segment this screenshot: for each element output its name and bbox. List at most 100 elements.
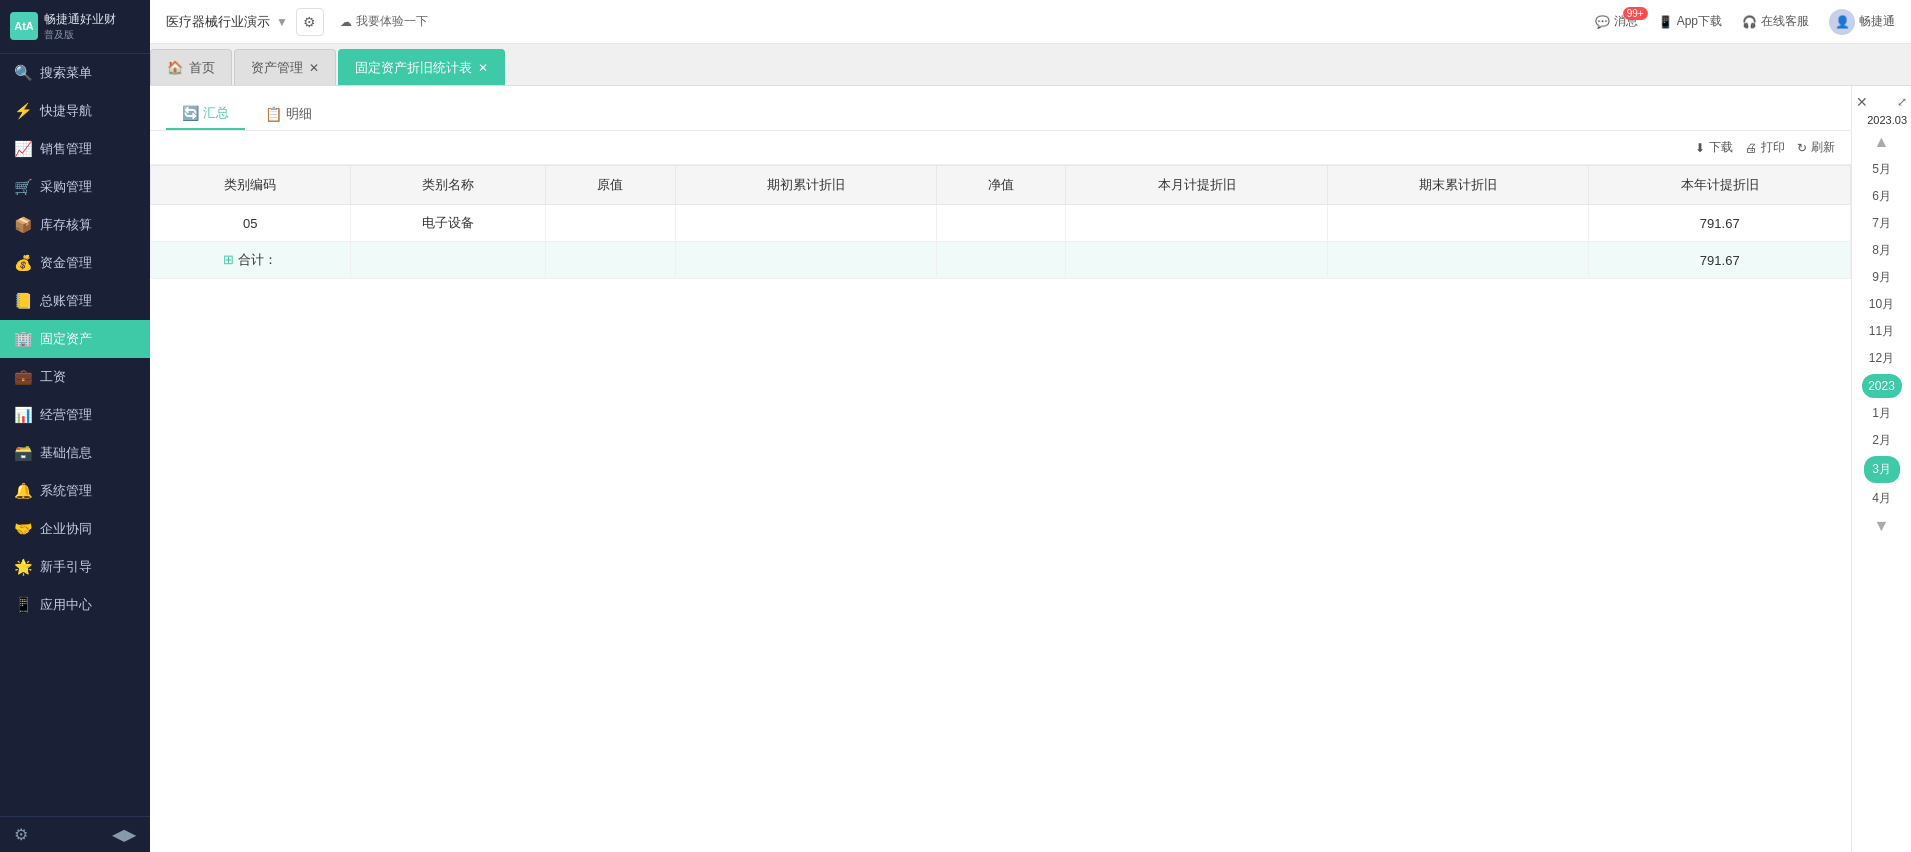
date-prev-months: 5月 6月 7月 8月 9月 10月 11月 12月 xyxy=(1852,156,1911,372)
row-month-dep xyxy=(1066,205,1327,242)
close-depreciation-tab[interactable]: ✕ xyxy=(478,61,488,75)
sidebar-item-guide[interactable]: 🌟 新手引导 xyxy=(0,548,150,586)
sidebar-logo: AtA 畅捷通好业财 普及版 xyxy=(0,0,150,54)
company-selector[interactable]: 医疗器械行业演示 ▼ xyxy=(166,13,288,31)
sub-tab-detail[interactable]: 📋 明细 xyxy=(249,99,328,129)
sidebar-item-quicknav[interactable]: ⚡ 快捷导航 xyxy=(0,92,150,130)
col-month-dep: 本月计提折旧 xyxy=(1066,166,1327,205)
detail-tab-icon: 📋 xyxy=(265,106,282,122)
funds-icon: 💰 xyxy=(14,254,32,272)
user-profile[interactable]: 👤 畅捷通 xyxy=(1829,9,1895,35)
col-code: 类别编码 xyxy=(151,166,351,205)
sidebar: AtA 畅捷通好业财 普及版 🔍 搜索菜单 ⚡ 快捷导航 📈 销售管理 🛒 采购… xyxy=(0,0,150,852)
row-end-dep xyxy=(1327,205,1588,242)
tabs-bar: 🏠 首页 资产管理 ✕ 固定资产折旧统计表 ✕ xyxy=(150,44,1911,86)
date-panel-header: ✕ ⤢ xyxy=(1852,90,1911,114)
search-icon: 🔍 xyxy=(14,64,32,82)
sidebar-item-assets[interactable]: 🏢 固定资产 xyxy=(0,320,150,358)
tab-assets-mgmt[interactable]: 资产管理 ✕ xyxy=(234,49,336,85)
sidebar-item-basicinfo[interactable]: 🗃️ 基础信息 xyxy=(0,434,150,472)
total-row: ⊞ 合计： 791.67 xyxy=(151,242,1851,279)
row-name: 电子设备 xyxy=(350,205,545,242)
date-month-6[interactable]: 6月 xyxy=(1852,183,1911,210)
close-assets-mgmt-tab[interactable]: ✕ xyxy=(309,61,319,75)
col-name: 类别名称 xyxy=(350,166,545,205)
sidebar-item-enterprise[interactable]: 🤝 企业协同 xyxy=(0,510,150,548)
date-panel-close-button[interactable]: ✕ xyxy=(1856,94,1868,110)
settings-button[interactable]: ⚙ xyxy=(296,8,324,36)
col-end-dep: 期末累计折旧 xyxy=(1327,166,1588,205)
date-month-11[interactable]: 11月 xyxy=(1852,318,1911,345)
sub-tabs: 🔄 汇总 📋 明细 xyxy=(150,98,1851,131)
row-net xyxy=(937,205,1066,242)
sidebar-item-appcenter[interactable]: 📱 应用中心 xyxy=(0,586,150,624)
date-2023-month-2[interactable]: 2月 xyxy=(1852,427,1911,454)
sidebar-item-operations[interactable]: 📊 经营管理 xyxy=(0,396,150,434)
date-2023-month-1[interactable]: 1月 xyxy=(1852,400,1911,427)
avatar: 👤 xyxy=(1829,9,1855,35)
row-init-dep xyxy=(675,205,936,242)
date-month-9[interactable]: 9月 xyxy=(1852,264,1911,291)
date-month-10[interactable]: 10月 xyxy=(1852,291,1911,318)
refresh-icon: ↻ xyxy=(1797,141,1807,155)
online-service-button[interactable]: 🎧 在线客服 xyxy=(1742,13,1809,30)
date-panel-expand-button[interactable]: ⤢ xyxy=(1897,95,1907,109)
settings-bottom-icon[interactable]: ⚙ xyxy=(14,825,28,844)
appcenter-icon: 📱 xyxy=(14,596,32,614)
gear-icon: ⚙ xyxy=(303,14,316,30)
logo-icon: AtA xyxy=(10,12,38,40)
total-year-dep: 791.67 xyxy=(1589,242,1851,279)
basicinfo-icon: 🗃️ xyxy=(14,444,32,462)
row-original xyxy=(546,205,675,242)
sidebar-item-ledger[interactable]: 📒 总账管理 xyxy=(0,282,150,320)
print-button[interactable]: 🖨 打印 xyxy=(1745,139,1785,156)
sales-icon: 📈 xyxy=(14,140,32,158)
messages-badge: 99+ xyxy=(1623,7,1648,20)
sidebar-item-inventory[interactable]: 📦 库存核算 xyxy=(0,206,150,244)
date-current-months: 1月 2月 3月 4月 xyxy=(1852,400,1911,512)
depreciation-table: 类别编码 类别名称 原值 期初累计折旧 净值 本月计提折旧 期末累计折旧 本年计… xyxy=(150,165,1851,279)
system-icon: 🔔 xyxy=(14,482,32,500)
tab-depreciation[interactable]: 固定资产折旧统计表 ✕ xyxy=(338,49,505,85)
col-net: 净值 xyxy=(937,166,1066,205)
table-row: 05 电子设备 791.67 xyxy=(151,205,1851,242)
date-month-7[interactable]: 7月 xyxy=(1852,210,1911,237)
date-next-btn[interactable]: ▼ xyxy=(1852,512,1911,540)
sidebar-nav: 🔍 搜索菜单 ⚡ 快捷导航 📈 销售管理 🛒 采购管理 📦 库存核算 💰 资金管… xyxy=(0,54,150,816)
company-name: 医疗器械行业演示 xyxy=(166,13,270,31)
ledger-icon: 📒 xyxy=(14,292,32,310)
app-download-button[interactable]: 📱 App下载 xyxy=(1658,13,1722,30)
row-code: 05 xyxy=(151,205,351,242)
header-right: 💬 消息 99+ 📱 App下载 🎧 在线客服 👤 畅捷通 xyxy=(1595,9,1895,35)
toolbar: ⬇ 下载 🖨 打印 ↻ 刷新 xyxy=(150,131,1851,165)
sidebar-item-funds[interactable]: 💰 资金管理 xyxy=(0,244,150,282)
summary-tab-icon: 🔄 xyxy=(182,105,199,121)
message-icon: 💬 xyxy=(1595,15,1610,29)
date-current-year[interactable]: 2023 xyxy=(1862,374,1902,398)
refresh-button[interactable]: ↻ 刷新 xyxy=(1797,139,1835,156)
sidebar-item-sales[interactable]: 📈 销售管理 xyxy=(0,130,150,168)
sub-tab-summary[interactable]: 🔄 汇总 xyxy=(166,98,245,130)
home-icon: 🏠 xyxy=(167,60,183,75)
date-month-5[interactable]: 5月 xyxy=(1852,156,1911,183)
sidebar-item-purchase[interactable]: 🛒 采购管理 xyxy=(0,168,150,206)
date-2023-month-4[interactable]: 4月 xyxy=(1852,485,1911,512)
header: 医疗器械行业演示 ▼ ⚙ ☁ 我要体验一下 💬 消息 99+ 📱 App下载 🎧… xyxy=(150,0,1911,44)
content-area: 🔄 汇总 📋 明细 ⬇ 下载 🖨 打印 ↻ xyxy=(150,86,1911,852)
collapse-icon[interactable]: ◀▶ xyxy=(112,825,136,844)
company-dropdown-icon: ▼ xyxy=(276,15,288,29)
sidebar-item-system[interactable]: 🔔 系统管理 xyxy=(0,472,150,510)
date-2023-month-3[interactable]: 3月 xyxy=(1864,456,1900,483)
sidebar-item-payroll[interactable]: 💼 工资 xyxy=(0,358,150,396)
date-prev-btn[interactable]: ▲ xyxy=(1852,128,1911,156)
tab-home[interactable]: 🏠 首页 xyxy=(150,49,232,85)
sidebar-item-search[interactable]: 🔍 搜索菜单 xyxy=(0,54,150,92)
date-month-12[interactable]: 12月 xyxy=(1852,345,1911,372)
download-button[interactable]: ⬇ 下载 xyxy=(1695,139,1733,156)
experience-button[interactable]: ☁ 我要体验一下 xyxy=(340,13,428,30)
messages-button[interactable]: 💬 消息 99+ xyxy=(1595,13,1638,30)
date-month-8[interactable]: 8月 xyxy=(1852,237,1911,264)
payroll-icon: 💼 xyxy=(14,368,32,386)
cloud-icon: ☁ xyxy=(340,15,352,29)
quicknav-icon: ⚡ xyxy=(14,102,32,120)
